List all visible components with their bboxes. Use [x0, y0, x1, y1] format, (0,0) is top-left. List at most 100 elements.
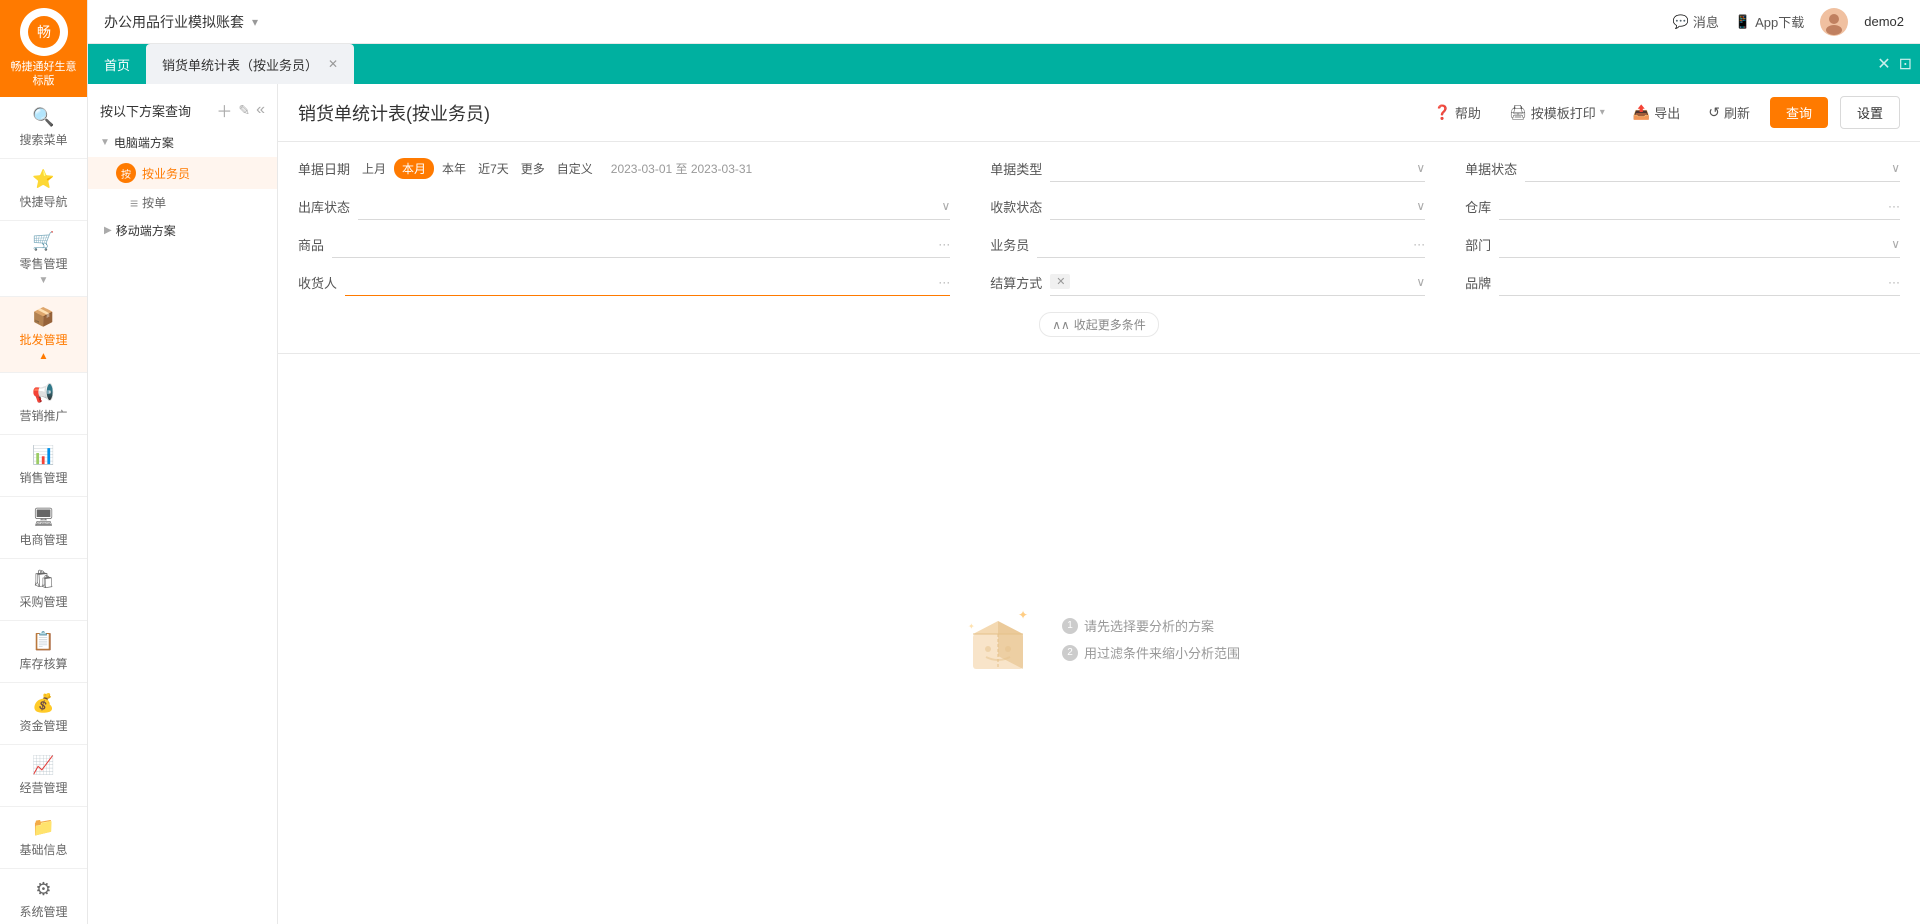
help-label: 帮助	[1455, 103, 1481, 122]
main-content: ✦ ✦ 1 请先选择要分析的方案	[278, 354, 1920, 924]
date-filter-control: 上月 本月 本年 近7天 更多 自定义 2023-03-01 至 2023-03…	[358, 158, 950, 179]
collapse-row: ∧∧ 收起更多条件	[298, 306, 1900, 341]
tab-sales-stat[interactable]: 销货单统计表（按业务员） ✕	[146, 44, 354, 84]
filter-payment-status: 收款状态 ∨	[990, 192, 1425, 220]
collapse-arrow-icon: ∧∧	[1052, 318, 1070, 332]
consignee-label: 收货人	[298, 273, 337, 292]
print-icon: 🖨	[1509, 104, 1527, 121]
sidebar-item-ecommerce[interactable]: 🖥 电商管理	[0, 497, 87, 559]
help-icon: ❓	[1433, 104, 1450, 121]
settlement-label: 结算方式	[990, 273, 1042, 292]
settlement-tag-close-btn[interactable]: ✕	[1056, 275, 1065, 288]
doc-status-control[interactable]: ∨	[1525, 154, 1900, 182]
sidebar-item-basic[interactable]: 📁 基础信息	[0, 807, 87, 869]
wholesale-arrow: ▲	[39, 351, 49, 362]
query-btn[interactable]: 查询	[1770, 97, 1828, 128]
add-plan-btn[interactable]: ＋	[216, 98, 232, 122]
sidebar-item-system[interactable]: ⚙ 系统管理	[0, 869, 87, 924]
brand-control[interactable]: ···	[1499, 268, 1900, 296]
sidebar-item-quicknav[interactable]: ⭐ 快捷导航	[0, 159, 87, 221]
sidebar-item-search[interactable]: 🔍 搜索菜单	[0, 97, 87, 159]
refresh-icon: ↺	[1708, 104, 1720, 121]
sidebar-item-marketing[interactable]: 📢 营销推广	[0, 373, 87, 435]
svg-text:畅: 畅	[37, 25, 51, 41]
wholesale-icon: 📦	[32, 307, 54, 328]
export-btn[interactable]: 📤 导出	[1625, 99, 1688, 126]
mobile-group-header[interactable]: ▶ 移动端方案	[88, 216, 277, 245]
pc-group-header[interactable]: ▼ 电脑端方案	[88, 128, 277, 157]
top-header: 办公用品行业模拟账套 ▾ 💬 消息 📱 App下载 demo2	[88, 0, 1920, 44]
refresh-btn[interactable]: ↺ 刷新	[1700, 99, 1758, 126]
user-name[interactable]: demo2	[1864, 14, 1904, 29]
app-download-button[interactable]: 📱 App下载	[1735, 12, 1804, 31]
export-icon: 📤	[1633, 104, 1650, 121]
plan-item-salesperson[interactable]: 按 按业务员	[88, 157, 277, 189]
help-btn[interactable]: ❓ 帮助	[1425, 99, 1488, 126]
edit-plan-btn[interactable]: ✎	[238, 102, 250, 119]
plan-sub-item-by-order[interactable]: ≡ 按单	[88, 189, 277, 216]
department-control[interactable]: ∨	[1499, 230, 1900, 258]
warehouse-more: ···	[1888, 199, 1900, 213]
filter-out-status: 出库状态 ∨	[298, 192, 950, 220]
date-tab-this-year[interactable]: 本年	[438, 158, 470, 179]
sidebar-item-retail[interactable]: 🛒 零售管理 ▼	[0, 221, 87, 297]
tip-text-2: 用过滤条件来缩小分析范围	[1084, 643, 1240, 662]
date-tab-last-month[interactable]: 上月	[358, 158, 390, 179]
sidebar-item-wholesale[interactable]: 📦 批发管理 ▲	[0, 297, 87, 373]
sidebar-wholesale-label: 批发管理	[19, 331, 67, 348]
filter-brand: 品牌 ···	[1465, 268, 1900, 296]
template-print-btn[interactable]: 🖨 按模板打印 ▾	[1501, 99, 1613, 126]
doc-type-label: 单据类型	[990, 159, 1042, 178]
doc-type-control[interactable]: ∨	[1050, 154, 1425, 182]
sidebar-item-sales[interactable]: 📊 销售管理	[0, 435, 87, 497]
svg-text:✦: ✦	[1018, 608, 1028, 622]
sidebar-item-finance[interactable]: 💰 资金管理	[0, 683, 87, 745]
goods-control[interactable]: ···	[332, 230, 950, 258]
refresh-label: 刷新	[1724, 103, 1750, 122]
sidebar-item-inventory[interactable]: 📋 库存核算	[0, 621, 87, 683]
tab-restore-btn[interactable]: ⊡	[1899, 54, 1912, 74]
date-tab-this-month[interactable]: 本月	[394, 158, 434, 179]
filter-settlement: 结算方式 ✕ ∨	[990, 268, 1425, 296]
by-order-icon: ≡	[130, 195, 138, 211]
tab-home[interactable]: 首页	[88, 44, 146, 84]
out-status-control[interactable]: ∨	[358, 192, 950, 220]
filter-row-2: 出库状态 ∨ 收款状态 ∨	[298, 192, 1900, 220]
retail-arrow: ▼	[39, 275, 49, 286]
consignee-control[interactable]: ···	[345, 268, 950, 296]
right-panel: 销货单统计表(按业务员) ❓ 帮助 🖨 按模板打印 ▾ 📤	[278, 84, 1920, 924]
message-button[interactable]: 💬 消息	[1673, 12, 1719, 31]
date-tab-custom[interactable]: 自定义	[553, 158, 597, 179]
collapse-btn[interactable]: ∧∧ 收起更多条件	[1039, 312, 1159, 337]
mobile-group-label: 移动端方案	[116, 222, 176, 239]
header-dropdown-btn[interactable]: ▾	[252, 15, 258, 29]
tab-close-btn[interactable]: ✕	[328, 57, 338, 71]
page-actions: ❓ 帮助 🖨 按模板打印 ▾ 📤 导出 ↺	[1425, 96, 1900, 129]
left-panel-header: 按以下方案查询 ＋ ✎ «	[88, 92, 277, 128]
tip-text-1: 请先选择要分析的方案	[1084, 616, 1214, 635]
collapse-panel-btn[interactable]: «	[256, 101, 265, 119]
settings-btn[interactable]: 设置	[1840, 96, 1900, 129]
date-tab-more[interactable]: 更多	[517, 158, 549, 179]
sidebar-logo: 畅 畅捷通好生意 标版	[0, 0, 87, 97]
filter-row-4: 收货人 ··· 结算方式 ✕	[298, 268, 1900, 296]
quicknav-icon: ⭐	[32, 169, 54, 190]
warehouse-control[interactable]: ···	[1499, 192, 1900, 220]
salesperson-more: ···	[1413, 237, 1425, 251]
header-title: 办公用品行业模拟账套	[104, 12, 244, 32]
sidebar-item-purchase[interactable]: 🛍 采购管理	[0, 559, 87, 621]
sidebar-retail-label: 零售管理	[19, 255, 67, 272]
tab-close-all-btn[interactable]: ✕	[1877, 54, 1890, 74]
settlement-control[interactable]: ✕ ∨	[1050, 268, 1425, 296]
salesperson-control[interactable]: ···	[1037, 230, 1425, 258]
filter-area: 单据日期 上月 本月 本年 近7天 更多 自定义 2023-03-01 至 20…	[278, 142, 1920, 354]
sidebar-system-label: 系统管理	[19, 903, 67, 920]
sidebar-purchase-label: 采购管理	[19, 593, 67, 610]
payment-status-control[interactable]: ∨	[1050, 192, 1425, 220]
sidebar-item-operation[interactable]: 📈 经营管理	[0, 745, 87, 807]
svg-text:✦: ✦	[968, 622, 975, 631]
date-tab-7days[interactable]: 近7天	[474, 158, 513, 179]
finance-icon: 💰	[32, 693, 54, 714]
salesperson-plan-label: 按业务员	[142, 165, 190, 182]
purchase-icon: 🛍	[32, 569, 55, 590]
